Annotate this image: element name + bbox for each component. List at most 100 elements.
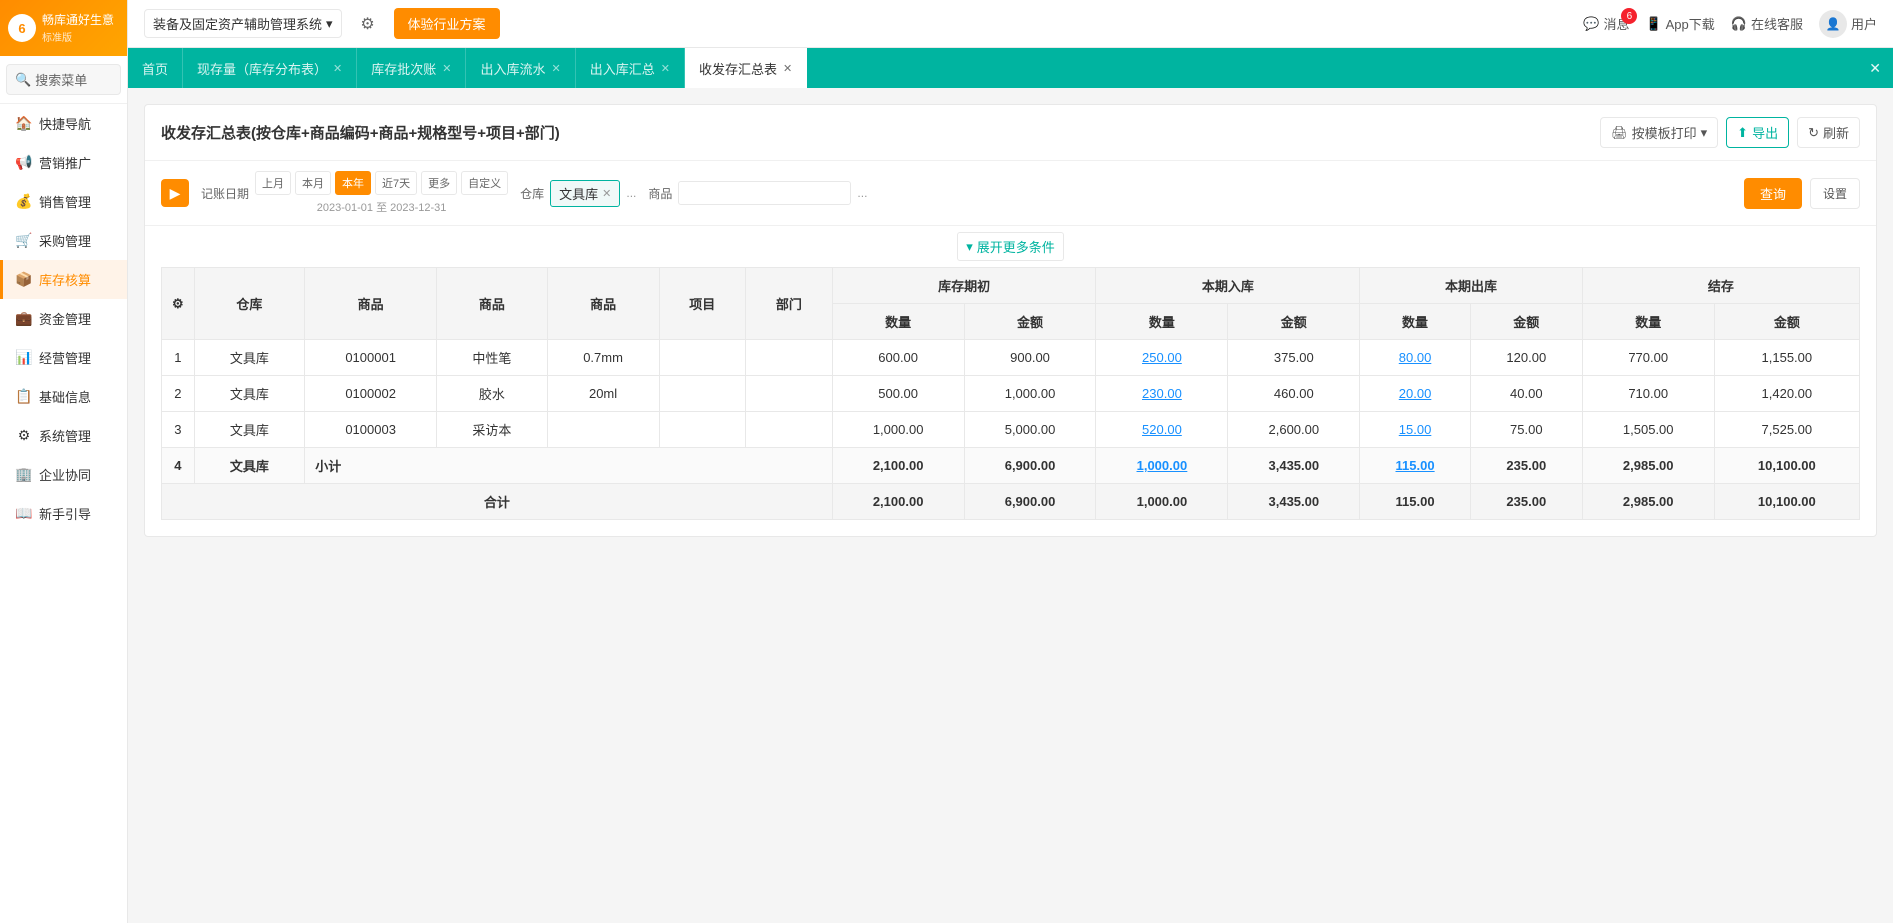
row-department — [746, 340, 833, 376]
print-btn[interactable]: 🖨 按模板打印 ▾ — [1600, 117, 1718, 148]
date-btn-custom[interactable]: 自定义 — [461, 171, 508, 195]
col-opening-amt-header: 金额 — [964, 304, 1096, 340]
tab-home[interactable]: 首页 — [128, 48, 183, 88]
sidebar-item-system[interactable]: ⚙ 系统管理 — [0, 416, 127, 455]
date-filter-label: 记账日期 — [201, 185, 249, 202]
product-more[interactable]: ... — [857, 186, 867, 200]
row-out-qty[interactable]: 15.00 — [1360, 412, 1471, 448]
col-balance-group-header: 结存 — [1582, 268, 1859, 304]
sidebar-item-marketing[interactable]: 📢 营销推广 — [0, 143, 127, 182]
system-select[interactable]: 装备及固定资产辅助管理系统 ▾ — [144, 9, 342, 38]
date-btn-7days[interactable]: 近7天 — [375, 171, 417, 195]
date-btn-more[interactable]: 更多 — [421, 171, 457, 195]
export-icon: ⬆ — [1737, 125, 1748, 141]
tab-collect-summary-close[interactable]: ✕ — [783, 62, 792, 75]
phone-icon: 📱 — [1645, 16, 1661, 32]
tab-inventory-dist-close[interactable]: ✕ — [333, 62, 342, 75]
subtotal-in-amt: 3,435.00 — [1228, 448, 1360, 484]
chevron-down-expand-icon: ▾ — [966, 239, 973, 255]
app-download-btn[interactable]: 📱 App下载 — [1645, 14, 1714, 33]
row-opening-amt: 5,000.00 — [964, 412, 1096, 448]
sidebar-item-purchase[interactable]: 🛒 采购管理 — [0, 221, 127, 260]
row-index: 3 — [162, 412, 195, 448]
tabbar-close-all[interactable]: ✕ — [1857, 60, 1893, 77]
tab-inout-flow-close[interactable]: ✕ — [552, 62, 561, 75]
row-out-qty[interactable]: 80.00 — [1360, 340, 1471, 376]
guide-icon: 📖 — [15, 505, 33, 522]
col-product-name-header: 商品 — [437, 268, 548, 340]
col-settings-header[interactable]: ⚙ — [162, 268, 195, 340]
settings-icon[interactable]: ⚙ — [354, 10, 382, 38]
date-btn-this-month[interactable]: 本月 — [295, 171, 331, 195]
row-balance-amt: 1,420.00 — [1714, 376, 1859, 412]
filter-settings-btn[interactable]: 设置 — [1810, 178, 1860, 209]
row-in-qty[interactable]: 520.00 — [1096, 412, 1228, 448]
sidebar-item-basic[interactable]: 📋 基础信息 — [0, 377, 127, 416]
online-service-btn[interactable]: 🎧 在线客服 — [1731, 14, 1803, 33]
subtotal-row: 4 文具库 小计 2,100.00 6,900.00 1,000.00 3,43… — [162, 448, 1860, 484]
tab-collect-summary-label: 收发存汇总表 — [699, 59, 777, 78]
tab-batch-close[interactable]: ✕ — [442, 62, 451, 75]
quick-nav-icon: 🏠 — [15, 115, 33, 132]
warehouse-more[interactable]: ... — [626, 186, 636, 200]
tab-collect-summary[interactable]: 收发存汇总表 ✕ — [685, 48, 807, 88]
row-in-qty[interactable]: 230.00 — [1096, 376, 1228, 412]
user-btn[interactable]: 👤 用户 — [1819, 10, 1877, 38]
tab-home-label: 首页 — [142, 59, 168, 78]
row-in-amt: 460.00 — [1228, 376, 1360, 412]
product-filter-label: 商品 — [648, 185, 672, 202]
tab-inout-summary[interactable]: 出入库汇总 ✕ — [576, 48, 685, 88]
sidebar-item-guide[interactable]: 📖 新手引导 — [0, 494, 127, 533]
tab-inventory-dist-label: 现存量（库存分布表） — [197, 59, 327, 78]
sidebar-item-label-inventory: 库存核算 — [39, 270, 91, 289]
row-opening-amt: 1,000.00 — [964, 376, 1096, 412]
col-balance-qty-header: 数量 — [1582, 304, 1714, 340]
tab-inout-summary-close[interactable]: ✕ — [661, 62, 670, 75]
search-menu-btn[interactable]: 🔍 搜索菜单 — [6, 64, 121, 95]
export-btn[interactable]: ⬆ 导出 — [1726, 117, 1789, 148]
subtotal-out-qty[interactable]: 115.00 — [1360, 448, 1471, 484]
product-filter-input[interactable] — [678, 181, 851, 205]
expand-conditions-btn[interactable]: ▾ 展开更多条件 — [957, 232, 1064, 261]
warehouse-filter-label: 仓库 — [520, 185, 544, 202]
tab-inout-flow[interactable]: 出入库流水 ✕ — [466, 48, 575, 88]
tab-inout-summary-label: 出入库汇总 — [590, 59, 655, 78]
row-product-name: 中性笔 — [437, 340, 548, 376]
sidebar-item-business[interactable]: 📊 经营管理 — [0, 338, 127, 377]
printer-icon: 🖨 — [1611, 125, 1628, 141]
tab-inventory-dist[interactable]: 现存量（库存分布表） ✕ — [183, 48, 357, 88]
sidebar-search-section: 🔍 搜索菜单 — [0, 56, 127, 104]
sidebar-item-sales[interactable]: 💰 销售管理 — [0, 182, 127, 221]
row-in-amt: 375.00 — [1228, 340, 1360, 376]
date-btn-last-month[interactable]: 上月 — [255, 171, 291, 195]
sidebar-item-enterprise[interactable]: 🏢 企业协同 — [0, 455, 127, 494]
sidebar-item-finance[interactable]: 💼 资金管理 — [0, 299, 127, 338]
table-row: 3 文具库 0100003 采访本 1,000.00 5,000.00 520.… — [162, 412, 1860, 448]
trial-btn[interactable]: 体验行业方案 — [394, 8, 500, 39]
messages-badge: 6 — [1621, 8, 1637, 24]
page-title: 收发存汇总表(按仓库+商品编码+商品+规格型号+项目+部门) — [161, 122, 560, 143]
subtotal-in-qty[interactable]: 1,000.00 — [1096, 448, 1228, 484]
sidebar: 6 畅库通好生意 标准版 🔍 搜索菜单 🏠 快捷导航 📢 营销推广 💰 销售管理… — [0, 0, 128, 923]
total-in-amt: 3,435.00 — [1228, 484, 1360, 520]
enterprise-icon: 🏢 — [15, 466, 33, 483]
tab-batch[interactable]: 库存批次账 ✕ — [357, 48, 466, 88]
inventory-icon: 📦 — [15, 271, 33, 288]
row-out-qty[interactable]: 20.00 — [1360, 376, 1471, 412]
row-out-amt: 40.00 — [1470, 376, 1582, 412]
row-in-qty[interactable]: 250.00 — [1096, 340, 1228, 376]
sidebar-item-inventory[interactable]: 📦 库存核算 — [0, 260, 127, 299]
subtotal-balance-amt: 10,100.00 — [1714, 448, 1859, 484]
refresh-btn[interactable]: ↻ 刷新 — [1797, 117, 1860, 148]
messages-btn[interactable]: 💬 消息 6 — [1583, 14, 1629, 33]
date-btn-this-year[interactable]: 本年 — [335, 171, 371, 195]
col-project-header: 项目 — [659, 268, 746, 340]
sidebar-item-quick-nav[interactable]: 🏠 快捷导航 — [0, 104, 127, 143]
query-btn[interactable]: 查询 — [1744, 178, 1802, 209]
filter-toggle-btn[interactable]: ▶ — [161, 179, 189, 207]
total-out-qty: 115.00 — [1360, 484, 1471, 520]
refresh-label: 刷新 — [1823, 123, 1849, 142]
filter-bar: ▶ 记账日期 上月 本月 本年 近7天 更多 自定义 2023-01-01 至 … — [145, 161, 1876, 225]
warehouse-tag-close[interactable]: ✕ — [602, 187, 611, 200]
sidebar-item-label-marketing: 营销推广 — [39, 153, 91, 172]
